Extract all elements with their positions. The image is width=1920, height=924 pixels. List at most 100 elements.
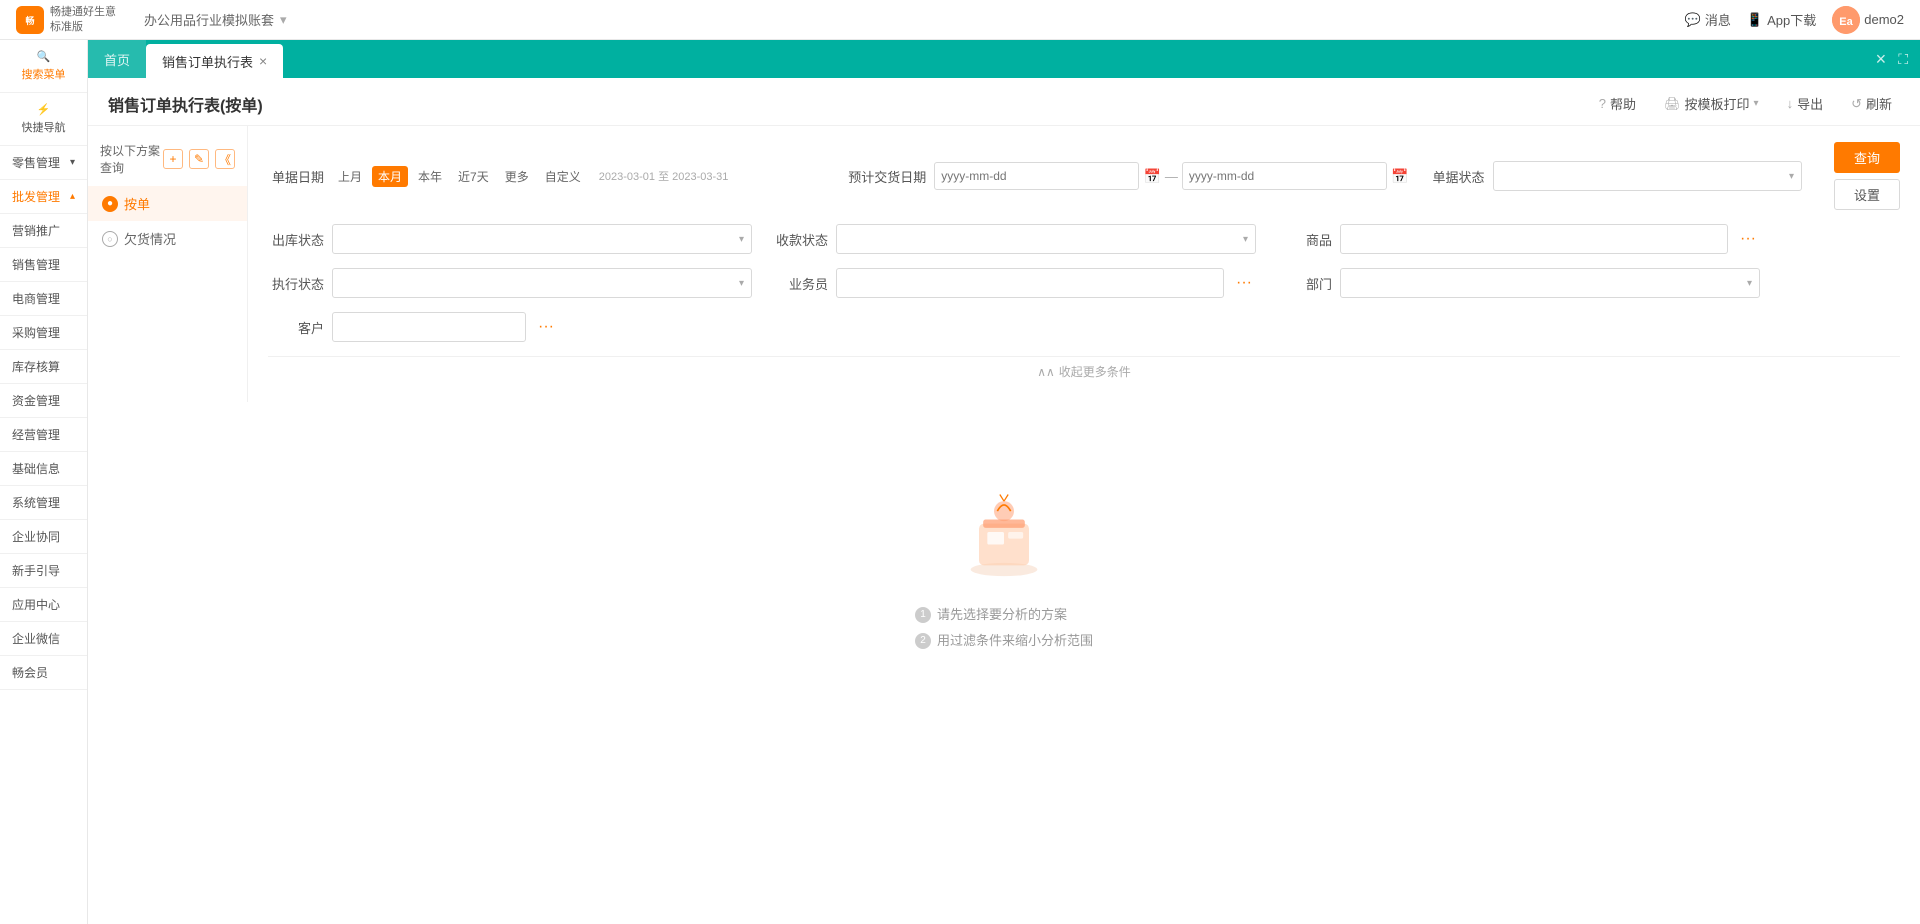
out-status-select[interactable]: 全部 bbox=[332, 224, 752, 254]
exec-status-label: 执行状态 bbox=[268, 274, 324, 293]
main-layout: 🔍 搜索菜单 ⚡ 快捷导航 零售管理 ▾ 批发管理 ▴ 营销推广 销售管理 电商… bbox=[0, 40, 1920, 924]
avatar: Ea bbox=[1832, 6, 1860, 34]
add-scheme-btn[interactable]: + bbox=[163, 149, 183, 169]
exec-status-select[interactable]: 全部 bbox=[332, 268, 752, 298]
content-area: 首页 销售订单执行表 × × ⛶ 销售订单执行表(按单) ? 帮助 bbox=[88, 40, 1920, 924]
sidebar-item-inventory[interactable]: 库存核算 bbox=[0, 350, 87, 384]
print-icon: 🖨 bbox=[1664, 96, 1681, 112]
filter-row-4: 客户 ··· bbox=[268, 312, 1900, 342]
print-btn[interactable]: 🖨 按模板打印 ▾ bbox=[1656, 90, 1767, 117]
svg-text:畅: 畅 bbox=[25, 15, 34, 26]
edit-scheme-btn[interactable]: ✎ bbox=[189, 149, 209, 169]
sidebar-item-ecommerce[interactable]: 电商管理 bbox=[0, 282, 87, 316]
cal-icon-end[interactable]: 📅 bbox=[1391, 168, 1408, 185]
export-btn[interactable]: ↓ 导出 bbox=[1779, 90, 1832, 117]
message-btn[interactable]: 💬 消息 bbox=[1685, 10, 1731, 29]
sidebar-item-system[interactable]: 系统管理 bbox=[0, 486, 87, 520]
date-tab-thismonth[interactable]: 本月 bbox=[372, 166, 408, 187]
wholesale-arrow: ▴ bbox=[70, 191, 75, 202]
sidebar-item-membership[interactable]: 畅会员 bbox=[0, 656, 87, 690]
sidebar-item-guide[interactable]: 新手引导 bbox=[0, 554, 87, 588]
date-tab-lastmonth[interactable]: 上月 bbox=[332, 166, 368, 187]
salesperson-input[interactable] bbox=[836, 268, 1224, 298]
empty-state: 1 请先选择要分析的方案 2 用过滤条件来缩小分析范围 bbox=[88, 402, 1920, 734]
logo-text: 畅捷通好生意 标准版 bbox=[50, 5, 116, 34]
refresh-icon: ↺ bbox=[1851, 96, 1862, 112]
sidebar-item-enterprise[interactable]: 企业协同 bbox=[0, 520, 87, 554]
collapse-sidebar-btn[interactable]: 《 bbox=[215, 149, 235, 169]
expected-date-label: 预计交货日期 bbox=[848, 167, 926, 186]
sidebar-item-search[interactable]: 🔍 搜索菜单 bbox=[0, 40, 87, 93]
filter-row-1: 单据日期 上月 本月 本年 近7天 更多 自定义 2023-03-01 至 20… bbox=[268, 142, 1900, 210]
page-actions: ? 帮助 🖨 按模板打印 ▾ ↓ 导出 ↺ 刷新 bbox=[1591, 90, 1900, 117]
receipt-status-label: 收款状态 bbox=[772, 230, 828, 249]
sidebar: 🔍 搜索菜单 ⚡ 快捷导航 零售管理 ▾ 批发管理 ▴ 营销推广 销售管理 电商… bbox=[0, 40, 88, 924]
breadcrumb-arrow[interactable]: ▾ bbox=[280, 12, 287, 28]
export-icon: ↓ bbox=[1787, 96, 1794, 111]
refresh-btn[interactable]: ↺ 刷新 bbox=[1843, 90, 1900, 117]
sidebar-item-apps[interactable]: 应用中心 bbox=[0, 588, 87, 622]
date-tab-more[interactable]: 更多 bbox=[499, 166, 535, 187]
page-header: 销售订单执行表(按单) ? 帮助 🖨 按模板打印 ▾ ↓ 导出 bbox=[88, 78, 1920, 126]
scheme-normal-icon: ○ bbox=[102, 231, 118, 247]
customer-dots-btn[interactable]: ··· bbox=[534, 318, 558, 336]
sidebar-item-wholesale[interactable]: 批发管理 ▴ bbox=[0, 180, 87, 214]
tab-maximize-icon[interactable]: ⛶ bbox=[1898, 51, 1908, 68]
sidebar-item-finance[interactable]: 资金管理 bbox=[0, 384, 87, 418]
tab-minimize-icon[interactable]: × bbox=[1876, 49, 1887, 70]
tab-home[interactable]: 首页 bbox=[88, 40, 146, 78]
header-right: 💬 消息 📱 App下载 Ea demo2 bbox=[1685, 6, 1904, 34]
customer-input[interactable] bbox=[332, 312, 526, 342]
action-buttons: 查询 设置 bbox=[1834, 142, 1900, 210]
field-expected-date: 预计交货日期 📅 — 📅 bbox=[848, 162, 1408, 190]
empty-tips: 1 请先选择要分析的方案 2 用过滤条件来缩小分析范围 bbox=[915, 602, 1093, 654]
receipt-status-select[interactable]: 全部 bbox=[836, 224, 1256, 254]
tab-sales-order[interactable]: 销售订单执行表 × bbox=[146, 44, 283, 78]
query-button[interactable]: 查询 bbox=[1834, 142, 1900, 173]
download-icon: 📱 bbox=[1747, 12, 1763, 28]
dept-select[interactable]: 全部 bbox=[1340, 268, 1760, 298]
dept-select-wrap: 全部 ▾ bbox=[1340, 268, 1760, 298]
date-tab-thisyear[interactable]: 本年 bbox=[412, 166, 448, 187]
sidebar-item-purchase[interactable]: 采购管理 bbox=[0, 316, 87, 350]
sidebar-item-shortcut[interactable]: ⚡ 快捷导航 bbox=[0, 93, 87, 146]
field-receipt-status: 收款状态 全部 ▾ bbox=[772, 224, 1256, 254]
search-icon: 🔍 bbox=[37, 50, 51, 63]
scheme-item-shortage[interactable]: ○ 欠货情况 bbox=[88, 221, 247, 256]
tab-bar-actions: × ⛶ bbox=[1864, 40, 1920, 78]
sidebar-item-sales[interactable]: 销售管理 bbox=[0, 248, 87, 282]
sidebar-item-operation[interactable]: 经营管理 bbox=[0, 418, 87, 452]
salesperson-dots-btn[interactable]: ··· bbox=[1232, 274, 1256, 292]
filter-sidebar: 按以下方案查询 + ✎ 《 ● 按单 ○ 欠货情况 bbox=[88, 126, 248, 402]
product-dots-btn[interactable]: ··· bbox=[1736, 230, 1760, 248]
filter-row-2: 出库状态 全部 ▾ 收款状态 bbox=[268, 224, 1900, 254]
date-tabs: 上月 本月 本年 近7天 更多 自定义 bbox=[332, 166, 587, 187]
date-tab-custom[interactable]: 自定义 bbox=[539, 166, 587, 187]
cal-icon-start[interactable]: 📅 bbox=[1143, 168, 1160, 185]
expected-date-start[interactable] bbox=[934, 162, 1139, 190]
sidebar-item-retail[interactable]: 零售管理 ▾ bbox=[0, 146, 87, 180]
retail-arrow: ▾ bbox=[70, 157, 75, 168]
settings-button[interactable]: 设置 bbox=[1834, 179, 1900, 210]
shortcut-icon: ⚡ bbox=[37, 103, 51, 116]
breadcrumb: 办公用品行业模拟账套 ▾ bbox=[144, 10, 287, 29]
sidebar-item-marketing[interactable]: 营销推广 bbox=[0, 214, 87, 248]
doc-status-select-wrap: 全部 ▾ bbox=[1493, 161, 1803, 191]
date-tab-7days[interactable]: 近7天 bbox=[452, 166, 495, 187]
expected-date-end[interactable] bbox=[1182, 162, 1387, 190]
collapse-btn[interactable]: ∧∧ 收起更多条件 bbox=[268, 356, 1900, 386]
doc-status-select[interactable]: 全部 bbox=[1493, 161, 1803, 191]
out-status-select-wrap: 全部 ▾ bbox=[332, 224, 752, 254]
filter-row-3: 执行状态 全部 ▾ 业务员 bbox=[268, 268, 1900, 298]
product-input[interactable] bbox=[1340, 224, 1728, 254]
scheme-item-bandan[interactable]: ● 按单 bbox=[88, 186, 247, 221]
app-download-btn[interactable]: 📱 App下载 bbox=[1747, 10, 1816, 29]
filter-panel: 按以下方案查询 + ✎ 《 ● 按单 ○ 欠货情况 bbox=[88, 126, 1920, 402]
out-status-label: 出库状态 bbox=[268, 230, 324, 249]
sidebar-item-wechat[interactable]: 企业微信 bbox=[0, 622, 87, 656]
tab-close-icon[interactable]: × bbox=[259, 53, 267, 69]
user-area[interactable]: Ea demo2 bbox=[1832, 6, 1904, 34]
sidebar-item-basic[interactable]: 基础信息 bbox=[0, 452, 87, 486]
header-left: 畅 畅捷通好生意 标准版 办公用品行业模拟账套 ▾ bbox=[16, 5, 287, 34]
help-btn[interactable]: ? 帮助 bbox=[1591, 90, 1644, 117]
